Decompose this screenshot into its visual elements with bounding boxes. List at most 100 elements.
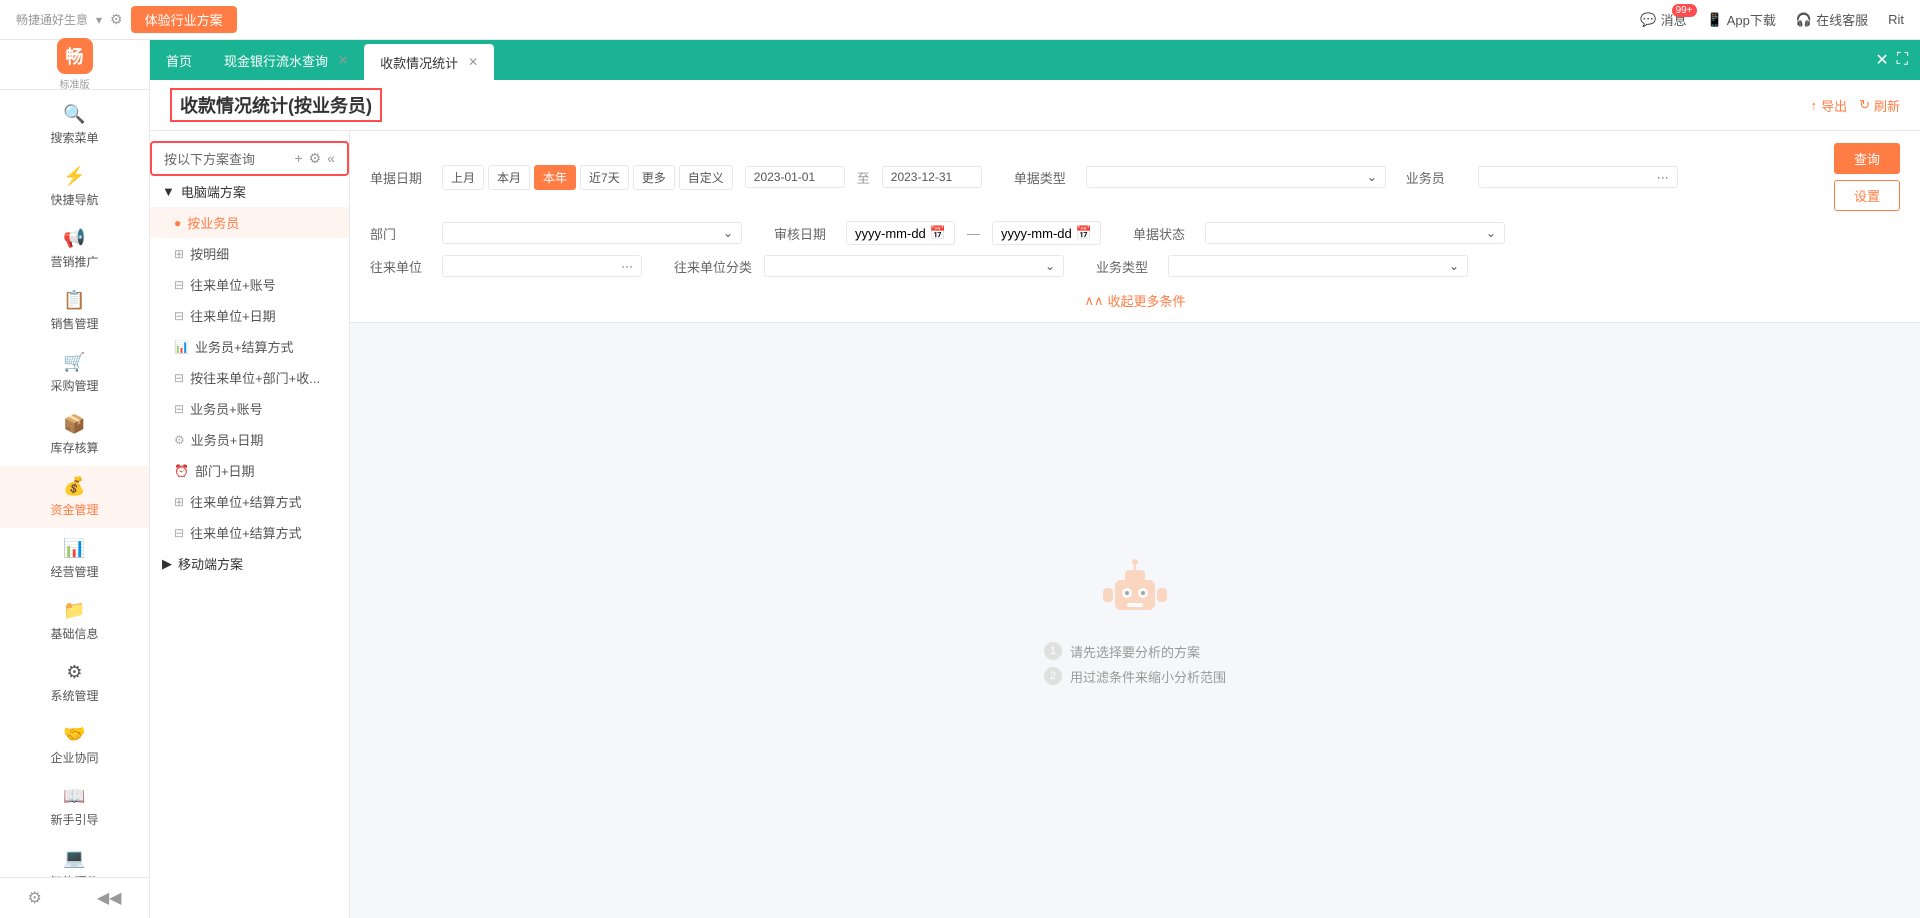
sidebar-bottom: ⚙ ◀◀	[0, 877, 149, 918]
trial-button[interactable]: 体验行业方案	[131, 6, 237, 33]
inventory-icon: 📦	[63, 414, 85, 435]
salesperson-select[interactable]: ···	[1478, 166, 1678, 188]
operations-icon: 📊	[63, 538, 85, 559]
scheme-settings-icon[interactable]: ⚙	[309, 150, 322, 167]
dept-select[interactable]: ⌄	[442, 222, 742, 244]
filter-row-3: 往来单位 ··· 往来单位分类 ⌄ 业务类型 ⌄	[370, 255, 1900, 277]
collapse-icon: ∧∧	[1084, 293, 1103, 309]
date-to-input[interactable]	[882, 166, 982, 188]
sidebar-nav: 🔍 搜索菜单 ⚡ 快捷导航 📢 营销推广 📋 销售管理 🛒 采购管理 📦	[0, 90, 149, 877]
user-name[interactable]: Rit	[1888, 12, 1904, 27]
sidebar-item-purchase[interactable]: 🛒 采购管理	[0, 342, 149, 404]
add-scheme-icon[interactable]: +	[294, 150, 302, 167]
scheme-item-by-detail[interactable]: ⊞ 按明细	[150, 238, 349, 269]
edition-label: 标准版	[57, 76, 93, 91]
sidebar-item-system[interactable]: ⚙ 系统管理	[0, 652, 149, 714]
body-area: 按以下方案查询 + ⚙ « ▼ 电脑端方案 ●	[150, 131, 1920, 918]
empty-state-panel: 1 请先选择要分析的方案 2 用过滤条件来缩小分析范围	[350, 323, 1920, 918]
refresh-button[interactable]: ↻ 刷新	[1859, 96, 1900, 115]
brand-dropdown[interactable]: ▾	[96, 13, 102, 27]
messages-btn[interactable]: 💬 消息 99+	[1640, 10, 1686, 29]
filter-actions: 查询 设置	[1834, 143, 1900, 211]
date-btn-this-year[interactable]: 本年	[534, 165, 576, 190]
basic-info-icon: 📁	[63, 600, 85, 621]
partner-class-select[interactable]: ⌄	[764, 255, 1064, 277]
sidebar-item-search[interactable]: 🔍 搜索菜单	[0, 94, 149, 156]
date-btn-more[interactable]: 更多	[633, 165, 675, 190]
date-btn-7days[interactable]: 近7天	[580, 165, 629, 190]
scheme-item-salesperson-date[interactable]: ⚙ 业务员+日期	[150, 424, 349, 455]
doc-type-label: 单据类型	[1014, 168, 1074, 187]
marketing-icon: 📢	[63, 228, 85, 249]
collapse-more-btn[interactable]: ∧∧ 收起更多条件	[1084, 291, 1185, 310]
review-date-to[interactable]: yyyy-mm-dd 📅	[992, 221, 1101, 245]
panel-icons: + ⚙ «	[294, 150, 335, 167]
scheme-item-partner-dept-collect[interactable]: ⊟ 按往来单位+部门+收...	[150, 362, 349, 393]
tab-collection-stats[interactable]: 收款情况统计 ✕	[364, 44, 494, 80]
sidebar-item-guide[interactable]: 📖 新手引导	[0, 776, 149, 838]
biz-type-select[interactable]: ⌄	[1168, 255, 1468, 277]
msg-badge: 99+	[1672, 4, 1697, 17]
date-btn-custom[interactable]: 自定义	[679, 165, 733, 190]
settings-icon[interactable]: ⚙	[110, 11, 123, 28]
system-icon: ⚙	[66, 662, 82, 683]
sidebar-item-inventory[interactable]: 📦 库存核算	[0, 404, 149, 466]
date-btn-last-month[interactable]: 上月	[442, 165, 484, 190]
partner-label: 往来单位	[370, 257, 430, 276]
sidebar-item-operations[interactable]: 📊 经营管理	[0, 528, 149, 590]
page-header: 收款情况统计(按业务员) ↑ 导出 ↻ 刷新	[150, 80, 1920, 131]
tab-bar-actions: ✕ ⛶	[1875, 50, 1920, 70]
review-date-label: 审核日期	[774, 224, 834, 243]
scheme-group-mobile-title[interactable]: ▶ 移动端方案	[150, 548, 349, 579]
review-date-from[interactable]: yyyy-mm-dd 📅	[846, 221, 955, 245]
scheme-item-by-salesperson[interactable]: ● 按业务员	[150, 207, 349, 238]
scheme-item-dept-date[interactable]: ⏰ 部门+日期	[150, 455, 349, 486]
sidebar-settings-icon[interactable]: ⚙	[28, 888, 42, 908]
sidebar-item-quicknav[interactable]: ⚡ 快捷导航	[0, 156, 149, 218]
online-service-btn[interactable]: 🎧 在线客服	[1796, 10, 1868, 29]
date-separator: 至	[857, 168, 870, 187]
scheme-item-partner-account[interactable]: ⊟ 往来单位+账号	[150, 269, 349, 300]
sidebar-collapse-icon[interactable]: ◀◀	[97, 888, 122, 908]
doc-status-select[interactable]: ⌄	[1205, 222, 1505, 244]
tab-close-collection-stats[interactable]: ✕	[468, 55, 478, 69]
query-button[interactable]: 查询	[1834, 143, 1900, 174]
scheme-item-partner-date[interactable]: ⊟ 往来单位+日期	[150, 300, 349, 331]
sidebar-item-basic-info[interactable]: 📁 基础信息	[0, 590, 149, 652]
date-from-input[interactable]	[745, 166, 845, 188]
sidebar-item-hardware[interactable]: 💻 智能硬件	[0, 838, 149, 877]
export-button[interactable]: ↑ 导出	[1811, 96, 1848, 115]
scheme-item-salesperson-account[interactable]: ⊟ 业务员+账号	[150, 393, 349, 424]
scheme-item-partner-settlement1[interactable]: ⊞ 往来单位+结算方式	[150, 486, 349, 517]
sales-icon: 📋	[63, 290, 85, 311]
empty-step-2: 2 用过滤条件来缩小分析范围	[1044, 667, 1226, 686]
date-btn-this-month[interactable]: 本月	[488, 165, 530, 190]
tab-maximize-icon[interactable]: ⛶	[1897, 51, 1908, 69]
scheme-icon-detail: ⊞	[174, 247, 184, 261]
top-bar-right: 💬 消息 99+ 📱 App下载 🎧 在线客服 Rit	[1640, 10, 1904, 29]
settings-button[interactable]: 设置	[1834, 180, 1900, 211]
message-icon: 💬	[1640, 12, 1656, 28]
logo-icon: 畅	[57, 38, 93, 74]
sidebar-item-sales[interactable]: 📋 销售管理	[0, 280, 149, 342]
scheme-icon-ps1: ⊞	[174, 495, 184, 509]
tab-home[interactable]: 首页	[150, 40, 208, 80]
scheme-item-partner-settlement2[interactable]: ⊟ 往来单位+结算方式	[150, 517, 349, 548]
tab-close-all-icon[interactable]: ✕	[1875, 50, 1888, 70]
sidebar-item-finance[interactable]: 💰 资金管理	[0, 466, 149, 528]
page-title: 收款情况统计(按业务员)	[170, 88, 382, 122]
dept-chevron: ⌄	[723, 226, 733, 240]
tab-close-bank-flow[interactable]: ✕	[338, 53, 348, 67]
doc-type-select[interactable]: ⌄	[1086, 166, 1386, 188]
partner-select[interactable]: ···	[442, 255, 642, 277]
app-download-btn[interactable]: 📱 App下载	[1707, 10, 1776, 29]
scheme-icon-sd: ⚙	[174, 433, 185, 447]
sidebar-item-marketing[interactable]: 📢 营销推广	[0, 218, 149, 280]
hardware-icon: 💻	[63, 848, 85, 869]
scheme-group-desktop-title[interactable]: ▼ 电脑端方案	[150, 176, 349, 207]
sidebar-item-enterprise-collab[interactable]: 🤝 企业协同	[0, 714, 149, 776]
scheme-group-desktop: ▼ 电脑端方案 ● 按业务员 ⊞ 按明细 ⊟ 往来单位+账号	[150, 176, 349, 548]
scheme-item-salesperson-settlement[interactable]: 📊 业务员+结算方式	[150, 331, 349, 362]
tab-bank-flow[interactable]: 现金银行流水查询 ✕	[208, 40, 364, 80]
panel-collapse-icon[interactable]: «	[327, 150, 335, 167]
